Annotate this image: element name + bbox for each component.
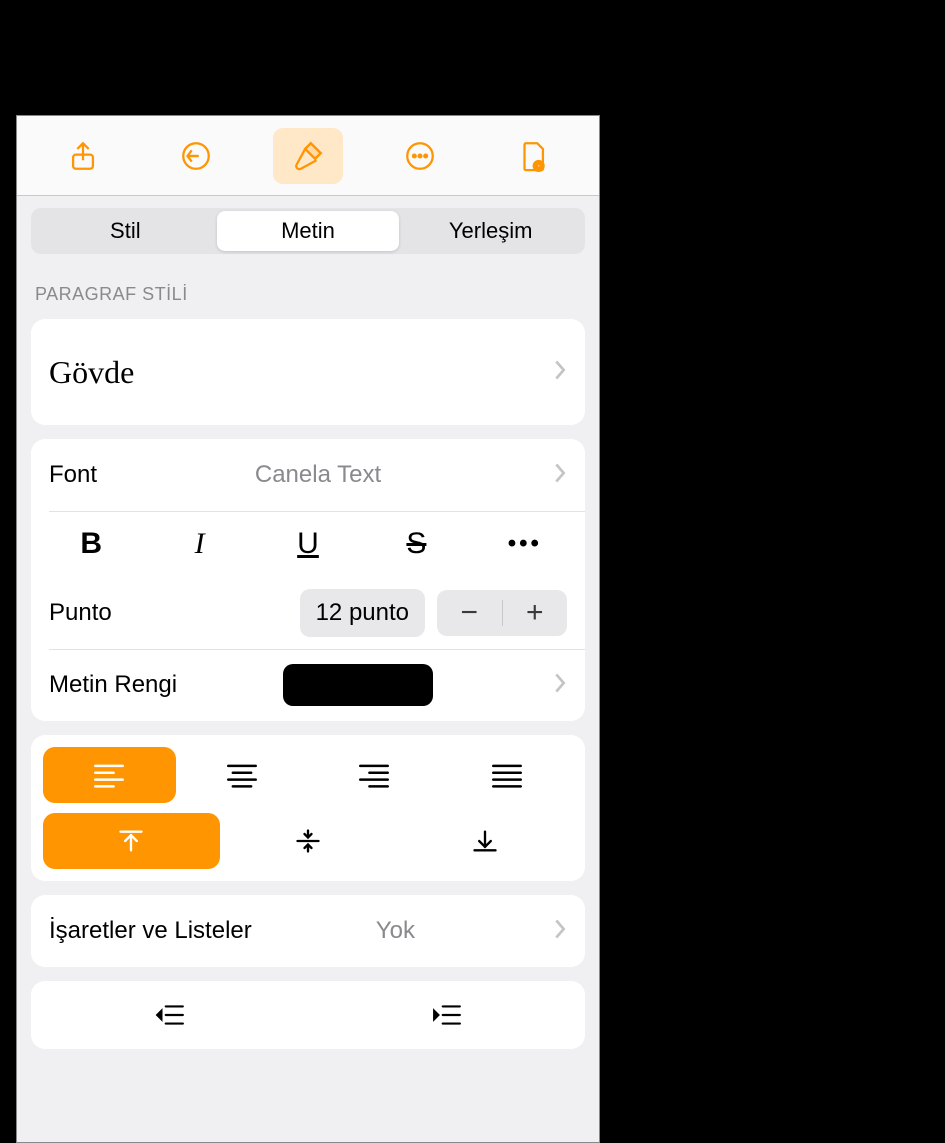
text-color-row[interactable]: Metin Rengi (31, 649, 585, 721)
italic-button[interactable]: I (145, 518, 253, 570)
share-button[interactable] (48, 128, 118, 184)
size-label: Punto (49, 599, 112, 627)
valign-top-icon (115, 827, 147, 855)
align-left-icon (93, 761, 125, 789)
bullets-value: Yok (376, 917, 415, 945)
valign-middle-button[interactable] (220, 813, 397, 869)
align-left-button[interactable] (43, 747, 176, 803)
undo-icon (179, 139, 213, 173)
text-color-label: Metin Rengi (49, 671, 177, 699)
paragraph-style-heading: PARAGRAF STİLİ (17, 260, 599, 313)
callout-line-top (367, 0, 369, 118)
align-center-icon (226, 761, 258, 789)
format-button[interactable] (273, 128, 343, 184)
document-view-icon (516, 139, 550, 173)
bullets-label: İşaretler ve Listeler (49, 917, 252, 945)
font-row[interactable]: Font Canela Text (31, 439, 585, 511)
paragraph-style-card: Gövde (31, 319, 585, 425)
more-format-button[interactable]: ••• (471, 518, 579, 570)
align-center-button[interactable] (176, 747, 309, 803)
font-size-row: Punto 12 punto − + (31, 577, 585, 649)
horizontal-align-row (43, 747, 573, 803)
size-increase-button[interactable]: + (503, 596, 568, 630)
document-settings-button[interactable] (498, 128, 568, 184)
tab-layout[interactable]: Yerleşim (399, 211, 582, 251)
tab-text[interactable]: Metin (217, 211, 400, 251)
indent-decrease-icon (155, 1002, 185, 1028)
indent-increase-button[interactable] (308, 981, 585, 1049)
indent-increase-icon (432, 1002, 462, 1028)
align-justify-button[interactable] (441, 747, 574, 803)
indent-card (31, 981, 585, 1049)
valign-bottom-icon (469, 827, 501, 855)
alignment-card (31, 735, 585, 881)
align-right-button[interactable] (308, 747, 441, 803)
share-icon (66, 139, 100, 173)
size-decrease-button[interactable]: − (437, 596, 502, 630)
chevron-right-icon (553, 918, 567, 945)
underline-button[interactable]: U (254, 518, 362, 570)
more-circle-icon (403, 139, 437, 173)
valign-middle-icon (292, 827, 324, 855)
paragraph-style-value: Gövde (49, 354, 134, 391)
vertical-align-row (43, 813, 573, 869)
chevron-right-icon (553, 359, 567, 386)
undo-button[interactable] (161, 128, 231, 184)
valign-top-button[interactable] (43, 813, 220, 869)
paragraph-style-row[interactable]: Gövde (31, 319, 585, 425)
callout-bracket-right (605, 320, 633, 1096)
text-format-row: B I U S ••• (31, 511, 585, 577)
more-button[interactable] (385, 128, 455, 184)
font-value: Canela Text (255, 461, 381, 489)
chevron-right-icon (553, 672, 567, 699)
align-right-icon (358, 761, 390, 789)
format-inspector-panel: Stil Metin Yerleşim PARAGRAF STİLİ Gövde… (16, 115, 600, 1143)
inspector-tabs: Stil Metin Yerleşim (17, 196, 599, 260)
tab-style[interactable]: Stil (34, 211, 217, 251)
valign-bottom-button[interactable] (396, 813, 573, 869)
text-color-swatch[interactable] (283, 664, 433, 706)
format-brush-icon (291, 139, 325, 173)
toolbar (17, 116, 599, 196)
align-justify-icon (491, 761, 523, 789)
font-label: Font (49, 461, 97, 489)
indent-decrease-button[interactable] (31, 981, 308, 1049)
size-stepper: − + (437, 590, 567, 636)
size-value-chip[interactable]: 12 punto (300, 589, 425, 637)
bullets-row[interactable]: İşaretler ve Listeler Yok (31, 895, 585, 967)
font-card: Font Canela Text B I U S ••• Punto 12 pu… (31, 439, 585, 721)
strikethrough-button[interactable]: S (362, 518, 470, 570)
chevron-right-icon (553, 462, 567, 489)
bold-button[interactable]: B (37, 518, 145, 570)
bullets-card: İşaretler ve Listeler Yok (31, 895, 585, 967)
